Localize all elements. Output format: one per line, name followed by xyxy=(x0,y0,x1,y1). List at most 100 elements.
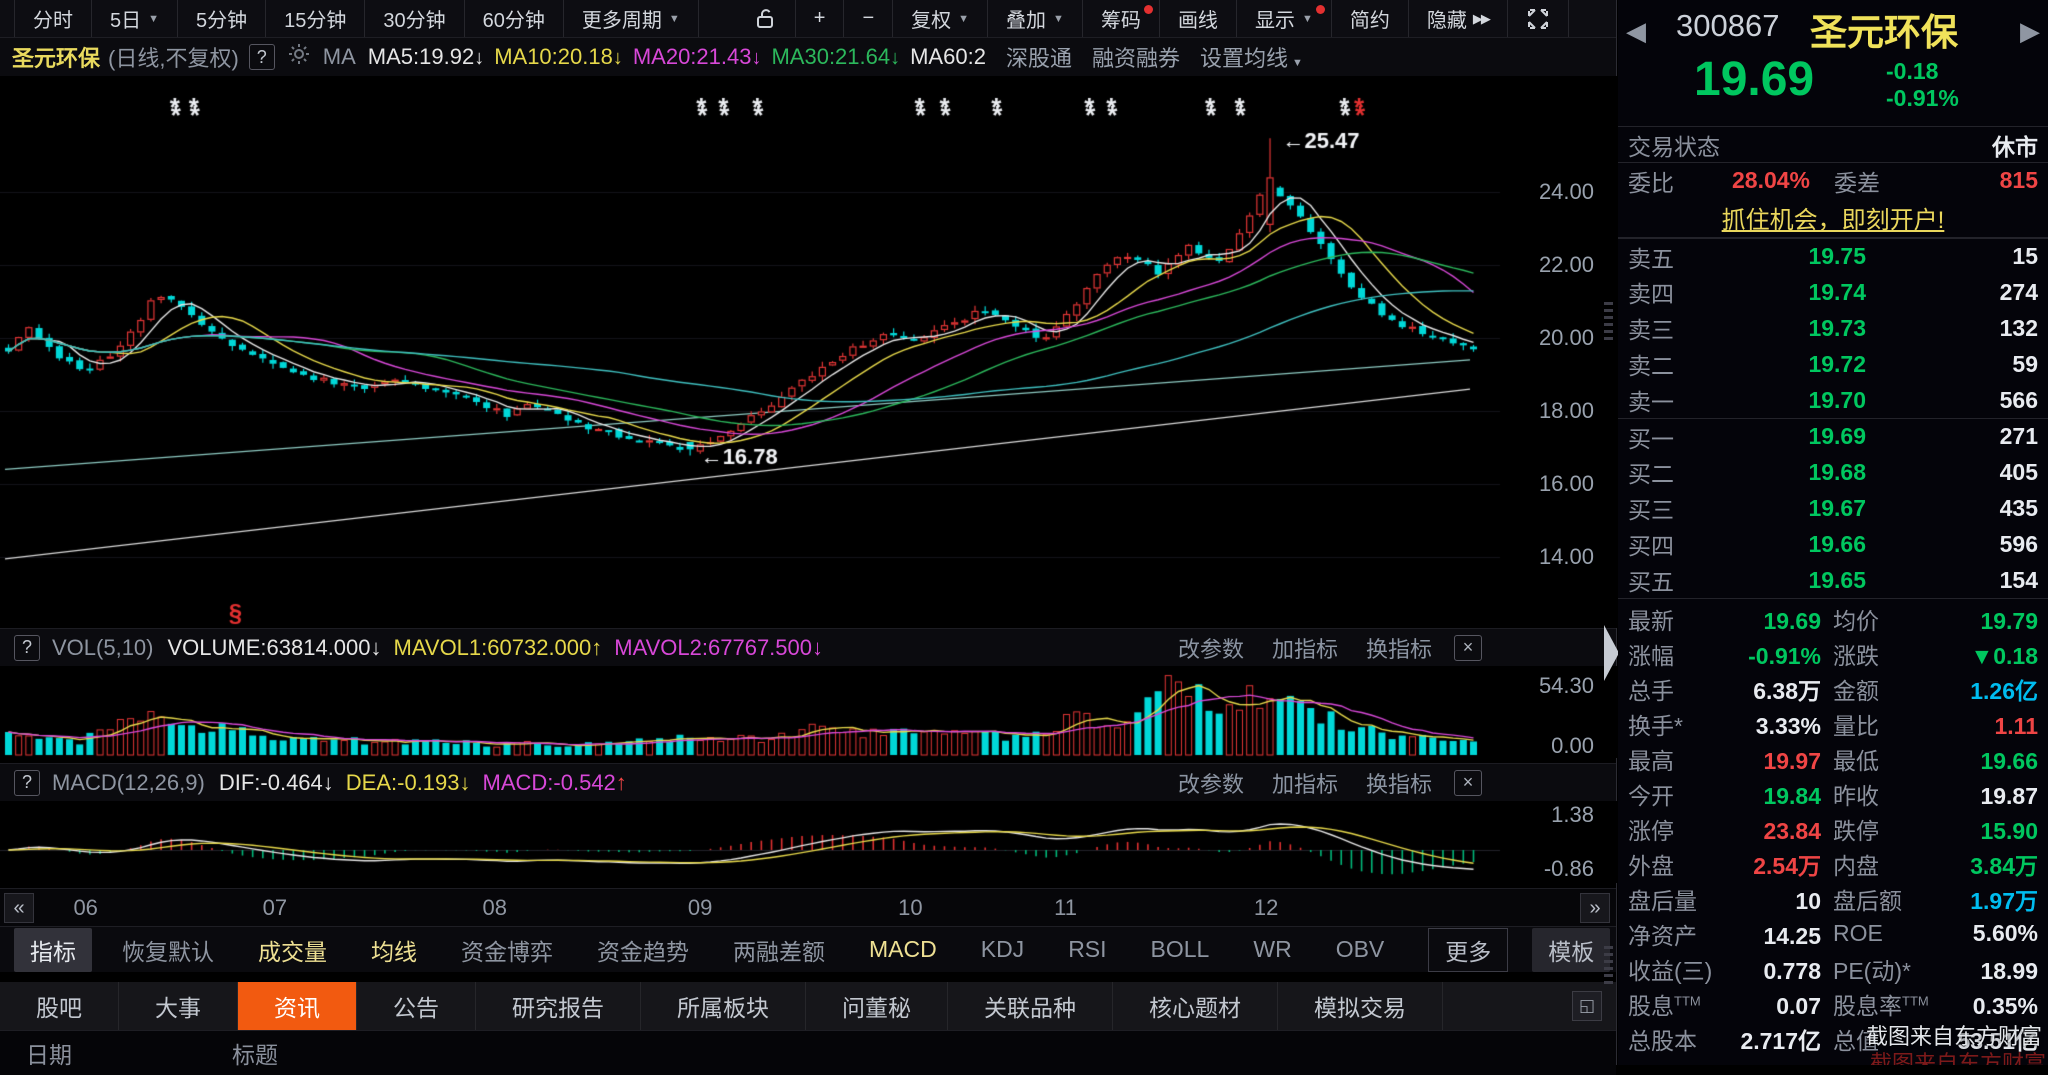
open-account-banner[interactable]: 抓住机会，即刻开户! xyxy=(1618,198,2048,238)
ma-settings-link[interactable]: 设置均线▼ xyxy=(1200,41,1303,73)
divider-grip-bottom[interactable] xyxy=(1604,944,1613,984)
indicator-tab-模板[interactable]: 模板 xyxy=(1532,928,1610,972)
ask-row[interactable]: 卖三19.73132 xyxy=(1618,310,2048,346)
nav-tab-模拟交易[interactable]: 模拟交易 xyxy=(1278,982,1443,1030)
bid-row[interactable]: 买三19.67435 xyxy=(1618,490,2048,526)
help-icon[interactable]: ? xyxy=(14,635,40,661)
pane-action-换指标[interactable]: 换指标 xyxy=(1366,632,1432,664)
ask-row[interactable]: 卖一19.70566 xyxy=(1618,382,2048,418)
indicator-tab-两融差额[interactable]: 两融差额 xyxy=(733,933,825,967)
panel-collapse-arrow[interactable] xyxy=(1604,625,1619,681)
chevron-down-icon: ▼ xyxy=(148,13,159,25)
tool-label: 复权 xyxy=(911,4,951,33)
tool-button-画线[interactable]: 画线 xyxy=(1160,0,1237,37)
period-button-60分钟[interactable]: 60分钟 xyxy=(465,0,564,37)
weibi-label: 委比 xyxy=(1628,164,1674,198)
timeline-next-button[interactable]: » xyxy=(1580,893,1610,923)
indicator-tab-均线[interactable]: 均线 xyxy=(371,933,417,967)
nav-tab-股吧[interactable]: 股吧 xyxy=(0,982,119,1030)
volume-canvas[interactable] xyxy=(0,666,1617,758)
bid-row[interactable]: 买二19.68405 xyxy=(1618,454,2048,490)
indicator-tab-KDJ[interactable]: KDJ xyxy=(981,936,1024,963)
nav-tab-公告[interactable]: 公告 xyxy=(357,982,476,1030)
stat-cell: 外盘2.54万 xyxy=(1628,847,1833,881)
period-label: 15分钟 xyxy=(284,4,346,33)
stat-row: 今开19.84昨收19.87 xyxy=(1618,776,2048,811)
stock-code: 300867 xyxy=(1676,8,1779,44)
nav-tab-大事[interactable]: 大事 xyxy=(119,982,238,1030)
period-button-30分钟[interactable]: 30分钟 xyxy=(365,0,464,37)
tool-button-+[interactable]: + xyxy=(796,0,845,37)
tool-button-叠加[interactable]: 叠加▼ xyxy=(988,0,1083,37)
chart-mode-label: (日线,不复权) xyxy=(108,41,239,73)
bid-row[interactable]: 买一19.69271 xyxy=(1618,418,2048,454)
period-button-更多周期[interactable]: 更多周期▼ xyxy=(564,0,699,37)
chevron-down-icon: ▼ xyxy=(669,13,680,25)
tool-button-隐藏[interactable]: 隐藏▶▶ xyxy=(1409,0,1508,37)
indicator-tab-恢复默认[interactable]: 恢复默认 xyxy=(122,933,214,967)
pane-action-加指标[interactable]: 加指标 xyxy=(1272,767,1338,799)
level-price: 19.66 xyxy=(1706,531,1866,558)
nav-tab-资讯[interactable]: 资讯 xyxy=(238,982,357,1030)
month-label: 12 xyxy=(1254,895,1278,921)
timeline-prev-button[interactable]: « xyxy=(4,893,34,923)
pane-action-加指标[interactable]: 加指标 xyxy=(1272,632,1338,664)
ask-row[interactable]: 卖二19.7259 xyxy=(1618,346,2048,382)
ma-value-label: MA5:19.92↓ xyxy=(368,44,484,70)
tool-button-显示[interactable]: 显示▼ xyxy=(1237,0,1332,37)
period-button-15分钟[interactable]: 15分钟 xyxy=(266,0,365,37)
next-stock-arrow[interactable]: ▶ xyxy=(2020,16,2040,47)
period-label: 30分钟 xyxy=(383,4,445,33)
help-icon[interactable]: ? xyxy=(14,770,40,796)
ask-row[interactable]: 卖五19.7515 xyxy=(1618,238,2048,274)
help-icon[interactable]: ? xyxy=(249,44,275,70)
pane-title: MACD(12,26,9) xyxy=(52,770,205,796)
nav-tab-核心题材[interactable]: 核心题材 xyxy=(1113,982,1278,1030)
tool-button-−[interactable]: − xyxy=(844,0,893,37)
prev-stock-arrow[interactable]: ◀ xyxy=(1626,16,1646,47)
pane-action-换指标[interactable]: 换指标 xyxy=(1366,767,1432,799)
nav-tab-研究报告[interactable]: 研究报告 xyxy=(476,982,641,1030)
price-axis-label: 20.00 xyxy=(1539,325,1594,351)
stat-label: 昨收 xyxy=(1833,777,1879,811)
close-icon[interactable]: × xyxy=(1454,770,1482,796)
period-button-5日[interactable]: 5日▼ xyxy=(92,0,178,37)
period-button-分时[interactable]: 分时 xyxy=(14,0,92,37)
indicator-tab-更多[interactable]: 更多 xyxy=(1428,928,1508,972)
bid-row[interactable]: 买五19.65154 xyxy=(1618,562,2048,598)
lock-open-button[interactable] xyxy=(735,0,796,37)
bid-row[interactable]: 买四19.66596 xyxy=(1618,526,2048,562)
gear-icon[interactable] xyxy=(287,42,311,72)
tool-button-筹码[interactable]: 筹码 xyxy=(1083,0,1160,37)
popout-icon[interactable]: ◱ xyxy=(1572,991,1602,1021)
macd-canvas[interactable] xyxy=(0,801,1617,883)
stat-cell: 最低19.66 xyxy=(1833,742,2038,776)
indicator-tab-RSI[interactable]: RSI xyxy=(1068,936,1106,963)
stat-label: 换手* xyxy=(1628,707,1683,741)
indicator-tab-资金博弈[interactable]: 资金博弈 xyxy=(461,933,553,967)
stat-label: 股息TTM xyxy=(1628,987,1701,1021)
chart-link-融资融券[interactable]: 融资融券 xyxy=(1092,41,1180,73)
nav-tab-所属板块[interactable]: 所属板块 xyxy=(641,982,806,1030)
indicator-tab-OBV[interactable]: OBV xyxy=(1336,936,1385,963)
close-icon[interactable]: × xyxy=(1454,635,1482,661)
pane-action-改参数[interactable]: 改参数 xyxy=(1178,767,1244,799)
indicator-tab-指标[interactable]: 指标 xyxy=(14,928,92,972)
indicator-tab-WR[interactable]: WR xyxy=(1253,936,1291,963)
weicha-label: 委差 xyxy=(1834,164,1880,198)
divider-grip-top[interactable] xyxy=(1604,300,1613,340)
nav-tab-问董秘[interactable]: 问董秘 xyxy=(806,982,948,1030)
tool-button-复权[interactable]: 复权▼ xyxy=(893,0,988,37)
pane-action-改参数[interactable]: 改参数 xyxy=(1178,632,1244,664)
indicator-tab-MACD[interactable]: MACD xyxy=(869,936,937,963)
tool-button-简约[interactable]: 简约 xyxy=(1332,0,1409,37)
period-button-5分钟[interactable]: 5分钟 xyxy=(178,0,266,37)
fullscreen-button[interactable] xyxy=(1508,0,1569,37)
indicator-tab-BOLL[interactable]: BOLL xyxy=(1151,936,1210,963)
candlestick-canvas[interactable] xyxy=(0,76,1617,628)
ask-row[interactable]: 卖四19.74274 xyxy=(1618,274,2048,310)
indicator-tab-资金趋势[interactable]: 资金趋势 xyxy=(597,933,689,967)
chart-link-深股通[interactable]: 深股通 xyxy=(1006,41,1072,73)
nav-tab-关联品种[interactable]: 关联品种 xyxy=(948,982,1113,1030)
indicator-tab-成交量[interactable]: 成交量 xyxy=(258,933,327,967)
